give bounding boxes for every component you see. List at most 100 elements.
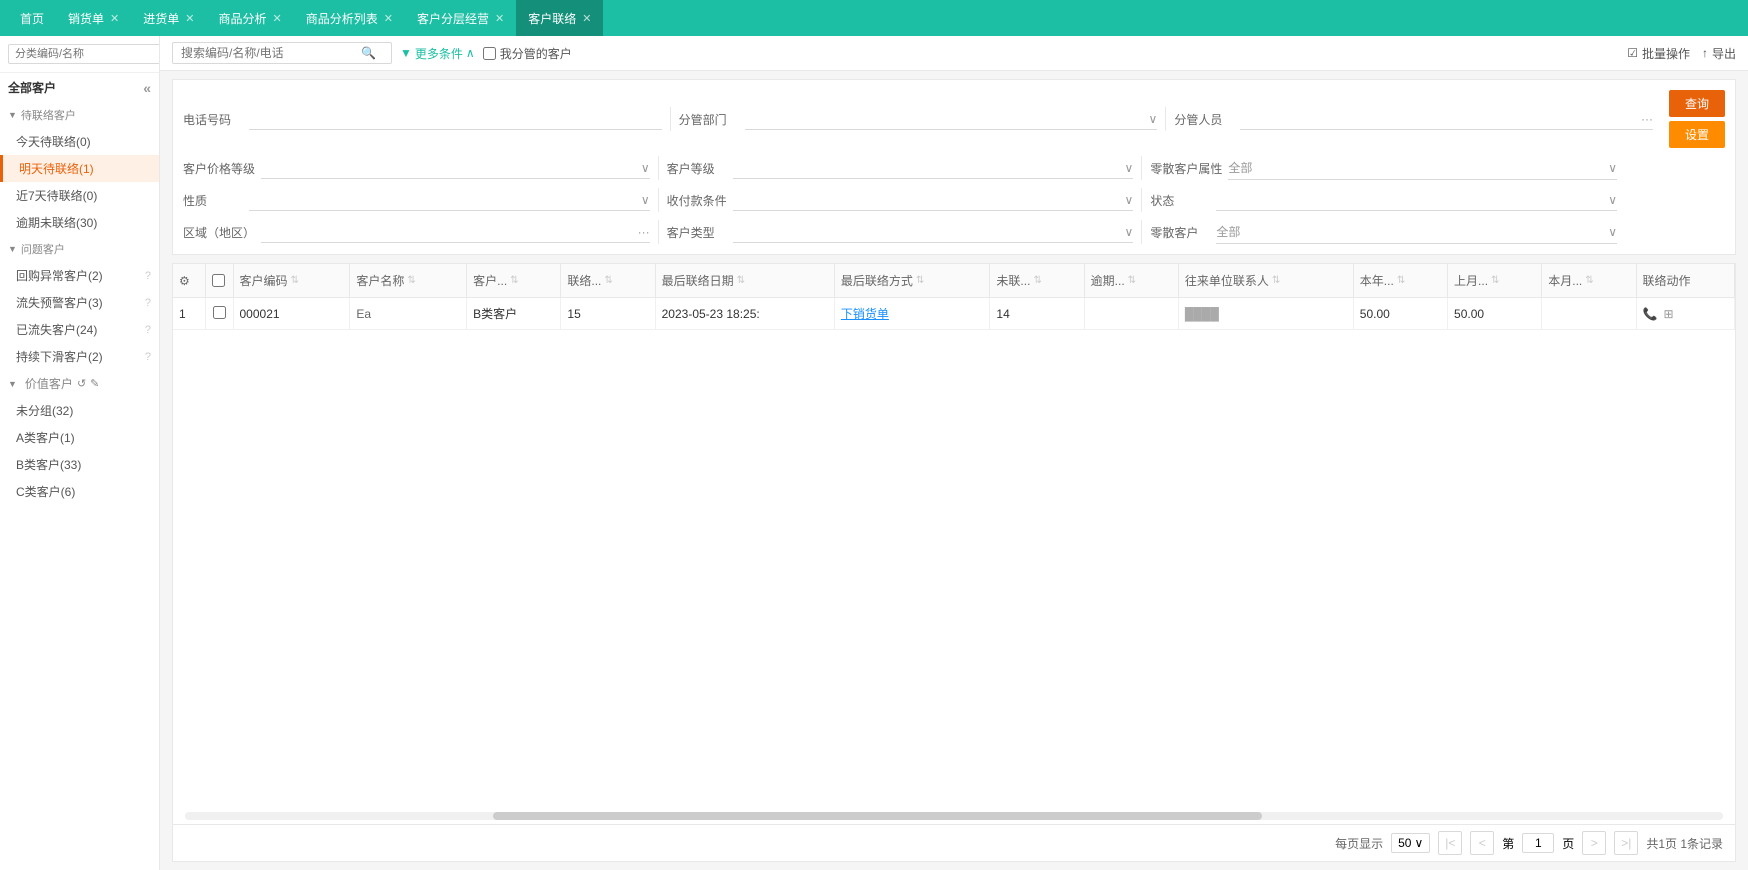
filter-price-level: 客户价格等级 ∨ (183, 158, 650, 179)
batch-operation-button[interactable]: ☑ 批量操作 (1627, 45, 1690, 62)
row-last-method[interactable]: 下销货单 (834, 298, 990, 330)
col-year-amount[interactable]: 本年... ⇅ (1353, 264, 1447, 298)
sort-icon: ⇅ (1585, 275, 1593, 286)
filter-price-level-select[interactable]: ∨ (261, 158, 650, 179)
collapse-icon[interactable]: « (143, 80, 151, 96)
prev-page-button[interactable]: < (1470, 831, 1494, 855)
pagination: 每页显示 50 ∨ |< < 第 页 > >| 共1页 1条记录 (173, 824, 1735, 861)
scrollbar-thumb[interactable] (493, 812, 1262, 820)
filter-payment-select[interactable]: ∨ (733, 190, 1134, 211)
col-unlinked[interactable]: 未联... ⇅ (990, 264, 1084, 298)
data-table-area: ⚙ 客户编码 ⇅ (172, 263, 1736, 862)
filter-region-select[interactable]: ··· (261, 222, 650, 243)
sidebar-item-abnormal[interactable]: 回购异常客户(2) ? (0, 262, 159, 289)
filter-level-select[interactable]: ∨ (733, 158, 1134, 179)
close-icon[interactable]: ✕ (110, 12, 119, 25)
close-icon[interactable]: ✕ (384, 12, 393, 25)
query-button[interactable]: 查询 (1669, 90, 1725, 117)
nav-customer-segments[interactable]: 客户分层经营 ✕ (405, 0, 516, 36)
filter-nature-select[interactable]: ∨ (249, 190, 650, 211)
filter-row-2: 客户价格等级 ∨ 客户等级 ∨ 零散客户属性 (183, 156, 1725, 180)
col-customer-code[interactable]: 客户编码 ⇅ (233, 264, 350, 298)
filter-dept-select[interactable]: ∨ (745, 109, 1158, 130)
chevron-down-icon: ∨ (1608, 161, 1617, 175)
search-icon[interactable]: 🔍 (361, 46, 376, 60)
col-customer-name[interactable]: 客户名称 ⇅ (350, 264, 467, 298)
filter-person-select[interactable]: ··· (1240, 109, 1653, 130)
sidebar-item-declining[interactable]: 持续下滑客户(2) ? (0, 343, 159, 370)
select-all-checkbox[interactable] (212, 274, 225, 287)
all-customers-header[interactable]: 全部客户 « (0, 73, 159, 102)
filter-row-3: 性质 ∨ 收付款条件 ∨ 状态 (183, 188, 1725, 212)
refresh-icon[interactable]: ↺ (77, 377, 86, 390)
col-actions: 联络动作 (1636, 264, 1735, 298)
filter-row-4: 区域（地区） ··· 客户类型 ∨ 零散客户 (183, 220, 1725, 244)
toolbar-search-input[interactable] (181, 46, 361, 60)
row-select-checkbox[interactable] (213, 306, 226, 319)
filter-level: 客户等级 ∨ (667, 158, 1134, 179)
horizontal-scrollbar[interactable] (185, 812, 1723, 820)
col-last-month[interactable]: 上月... ⇅ (1448, 264, 1542, 298)
nav-home[interactable]: 首页 (8, 0, 56, 36)
filter-retail-select[interactable]: 全部 ∨ (1216, 220, 1617, 244)
sidebar-item-warning[interactable]: 流失预警客户(3) ? (0, 289, 159, 316)
sort-icon: ⇅ (1272, 275, 1280, 286)
col-customer-type[interactable]: 客户... ⇅ (467, 264, 561, 298)
filter-phone-input[interactable] (249, 109, 662, 130)
sidebar-item-b-class[interactable]: B类客户(33) (0, 451, 159, 478)
close-icon[interactable]: ✕ (273, 12, 282, 25)
filter-customer-type-select[interactable]: ∨ (733, 222, 1134, 243)
my-customers-check[interactable] (483, 47, 496, 60)
sidebar-search-input[interactable] (8, 44, 160, 64)
sidebar-item-lost[interactable]: 已流失客户(24) ? (0, 316, 159, 343)
first-page-button[interactable]: |< (1438, 831, 1462, 855)
sidebar-item-a-class[interactable]: A类客户(1) (0, 424, 159, 451)
sidebar-item-c-class[interactable]: C类客户(6) (0, 478, 159, 505)
last-page-button[interactable]: >| (1614, 831, 1638, 855)
col-unit-contact[interactable]: 往来单位联系人 ⇅ (1178, 264, 1353, 298)
page-label: 第 (1502, 835, 1514, 852)
page-number-input[interactable] (1522, 833, 1554, 853)
chevron-down-icon: ∨ (1125, 193, 1134, 207)
col-checkbox[interactable] (205, 264, 233, 298)
nav-product-analysis[interactable]: 商品分析 ✕ (206, 0, 293, 36)
filter-status-select[interactable]: ∨ (1216, 190, 1617, 211)
sidebar-item-week[interactable]: 近7天待联络(0) (0, 182, 159, 209)
total-label: 共1页 1条记录 (1646, 835, 1723, 852)
nav-purchase-order[interactable]: 进货单 ✕ (131, 0, 206, 36)
next-page-button[interactable]: > (1582, 831, 1606, 855)
sidebar-item-overdue[interactable]: 逾期未联络(30) (0, 209, 159, 236)
col-this-month[interactable]: 本月... ⇅ (1542, 264, 1636, 298)
col-last-contact-date[interactable]: 最后联络日期 ⇅ (655, 264, 834, 298)
set-button[interactable]: 设置 (1669, 121, 1725, 148)
filter-status-label: 状态 (1150, 192, 1210, 209)
chevron-down-icon: ∨ (641, 161, 650, 175)
filter-retail-attr-select[interactable]: 全部 ∨ (1228, 156, 1617, 180)
grid-action-icon[interactable]: ⊞ (1663, 307, 1673, 321)
row-last-date: 2023-05-23 18:25: (655, 298, 834, 330)
col-contact-count[interactable]: 联络... ⇅ (561, 264, 655, 298)
sidebar-search-area: 🔍 (0, 36, 159, 73)
nav-product-analysis-list[interactable]: 商品分析列表 ✕ (294, 0, 405, 36)
col-overdue[interactable]: 逾期... ⇅ (1084, 264, 1178, 298)
export-button[interactable]: ↑ 导出 (1702, 45, 1736, 62)
col-settings[interactable]: ⚙ (173, 264, 205, 298)
phone-action-icon[interactable]: 📞 (1643, 307, 1658, 321)
sidebar-item-tomorrow[interactable]: 明天待联络(1) (0, 155, 159, 182)
page-size-select[interactable]: 50 ∨ (1391, 833, 1430, 853)
nav-customer-contact[interactable]: 客户联络 ✕ (516, 0, 603, 36)
section-pending-contact: 待联络客户 (0, 102, 159, 128)
export-icon: ↑ (1702, 46, 1708, 60)
nav-sales-order[interactable]: 销货单 ✕ (56, 0, 131, 36)
col-last-contact-method[interactable]: 最后联络方式 ⇅ (834, 264, 990, 298)
more-filter-button[interactable]: ▼ 更多条件 ∧ (400, 45, 475, 62)
close-icon[interactable]: ✕ (185, 12, 194, 25)
row-checkbox[interactable] (205, 298, 233, 330)
close-icon[interactable]: ✕ (582, 12, 591, 25)
sidebar-item-ungrouped[interactable]: 未分组(32) (0, 397, 159, 424)
sidebar-item-today[interactable]: 今天待联络(0) (0, 128, 159, 155)
table-wrapper: ⚙ 客户编码 ⇅ (173, 264, 1735, 808)
filter-row-1: 电话号码 分管部门 ∨ 分管人员 ··· (183, 90, 1725, 148)
edit-icon[interactable]: ✎ (90, 377, 99, 390)
close-icon[interactable]: ✕ (495, 12, 504, 25)
